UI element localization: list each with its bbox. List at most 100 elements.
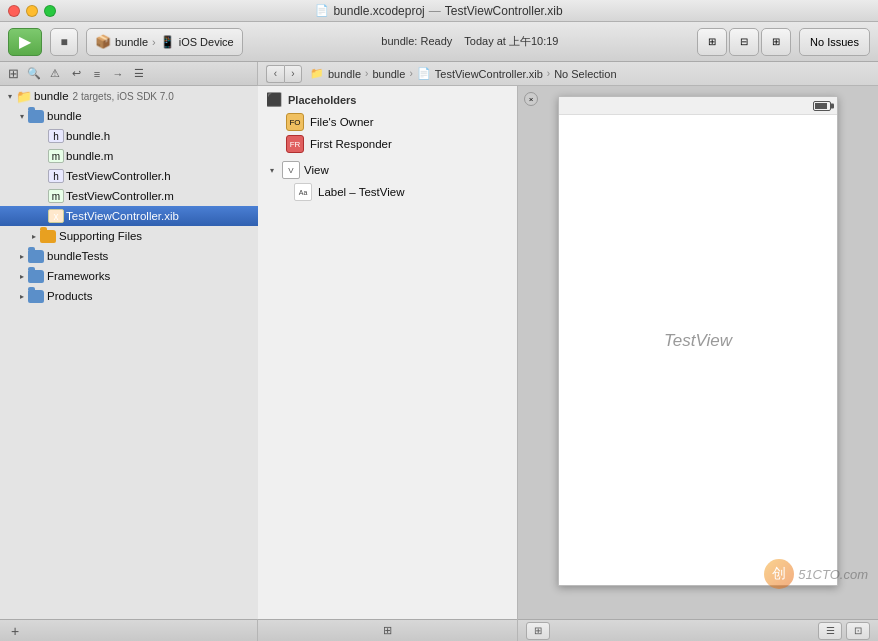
title-viewfile: TestViewController.xib — [445, 4, 563, 18]
sidebar-item-bundletests[interactable]: bundleTests — [0, 246, 258, 266]
nav-forward-button[interactable]: › — [284, 65, 302, 83]
breadcrumb-bundle[interactable]: bundle — [328, 68, 361, 80]
canvas-inspector-btn[interactable]: ☰ — [818, 622, 842, 640]
file-navigator: 📁 bundle 2 targets, iOS SDK 7.0 bundle h — [0, 86, 258, 619]
sidebar-item-tvc-m[interactable]: m TestViewController.m — [0, 186, 258, 206]
title-bar: 📄 bundle.xcodeproj — TestViewController.… — [0, 0, 878, 22]
sidebar-tvc-m-label: TestViewController.m — [66, 190, 174, 202]
project-icon: 📄 — [315, 4, 329, 17]
sidebar-nav-btn-7[interactable]: ☰ — [130, 65, 148, 83]
issues-text: No Issues — [810, 36, 859, 48]
sidebar-item-tvc-xib[interactable]: x TestViewController.xib — [0, 206, 258, 226]
sidebar-item-tvc-h[interactable]: h TestViewController.h — [0, 166, 258, 186]
scheme-sep: › — [152, 36, 156, 48]
filesowner-item[interactable]: FO File's Owner — [258, 111, 517, 133]
sidebar-nav-btn-5[interactable]: ≡ — [88, 65, 106, 83]
run-icon: ▶ — [19, 32, 31, 51]
debug-toggle[interactable]: ⊟ — [729, 28, 759, 56]
close-button[interactable] — [8, 5, 20, 17]
sidebar-item-frameworks[interactable]: Frameworks — [0, 266, 258, 286]
navigator-toggle[interactable]: ⊞ — [697, 28, 727, 56]
sidebar-nav-btn-4[interactable]: ↩ — [67, 65, 85, 83]
ios-status-bar — [559, 97, 837, 115]
filesowner-icon: FO — [286, 113, 304, 131]
device-icon: 📱 — [160, 35, 175, 49]
triangle-supporting[interactable] — [28, 230, 40, 242]
sidebar-add-button[interactable]: + — [6, 622, 24, 640]
stop-button[interactable]: ■ — [50, 28, 78, 56]
watermark-text: 51CTO.com — [798, 567, 868, 582]
canvas-bottom-bar: ⊞ ☰ ⊡ — [518, 619, 878, 641]
sidebar-nav-btn-2[interactable]: 🔍 — [25, 65, 43, 83]
sidebar-item-bundle-h[interactable]: h bundle.h — [0, 126, 258, 146]
firstresponder-item[interactable]: FR First Responder — [258, 133, 517, 155]
status-text: bundle: Ready Today at 上午10:19 — [381, 35, 558, 47]
sidebar-bundletests-label: bundleTests — [47, 250, 108, 262]
h-file-icon-2: h — [48, 169, 64, 183]
sidebar-item-supporting-files[interactable]: Supporting Files — [0, 226, 258, 246]
sidebar-item-bundle-folder[interactable]: bundle — [0, 106, 258, 126]
watermark: 创 51CTO.com — [764, 559, 868, 589]
sidebar-bundle-folder-label: bundle — [47, 110, 82, 122]
breadcrumb-selection: No Selection — [554, 68, 616, 80]
sidebar-bottom-bar: + — [0, 619, 258, 641]
triangle-root[interactable] — [4, 90, 16, 102]
triangle-products[interactable] — [16, 290, 28, 302]
label-icon: Aa — [294, 183, 312, 201]
canvas-view-toggle[interactable]: ⊞ — [526, 622, 550, 640]
window-title: 📄 bundle.xcodeproj — TestViewController.… — [315, 4, 562, 18]
title-sep: — — [429, 4, 441, 18]
view-label: View — [304, 164, 329, 176]
scheme-icon: 📦 — [95, 34, 111, 49]
view-header[interactable]: V View — [258, 159, 517, 181]
triangle-bundletests[interactable] — [16, 250, 28, 262]
sidebar-products-label: Products — [47, 290, 92, 302]
canvas-area[interactable]: × TestView — [518, 86, 878, 619]
canvas-bottom-right: ☰ ⊡ — [818, 622, 870, 640]
canvas-scale-btn[interactable]: ⊡ — [846, 622, 870, 640]
scheme-selector[interactable]: 📦 bundle › 📱 iOS Device — [86, 28, 243, 56]
placeholders-icon: ⬛ — [266, 92, 282, 107]
sidebar-bundle-m-label: bundle.m — [66, 150, 113, 162]
view-icon: V — [282, 161, 300, 179]
sidebar-supporting-label: Supporting Files — [59, 230, 142, 242]
breadcrumb-xib[interactable]: TestViewController.xib — [435, 68, 543, 80]
nav-back-button[interactable]: ‹ — [266, 65, 284, 83]
inspector-toggle[interactable]: ⊞ — [761, 28, 791, 56]
scheme-project: bundle — [115, 36, 148, 48]
minimize-button[interactable] — [26, 5, 38, 17]
canvas-column: × TestView — [518, 86, 878, 641]
toolbar-right-buttons: ⊞ ⊟ ⊞ — [697, 28, 791, 56]
sidebar-root-sublabel: 2 targets, iOS SDK 7.0 — [73, 91, 174, 102]
object-panel-bottom-bar: ⊞ — [258, 619, 517, 641]
sidebar-item-products[interactable]: Products — [0, 286, 258, 306]
sidebar-frameworks-label: Frameworks — [47, 270, 110, 282]
canvas-close-button[interactable]: × — [524, 92, 538, 106]
placeholders-section-header: ⬛ Placeholders — [258, 86, 517, 111]
sidebar-nav-btn-3[interactable]: ⚠ — [46, 65, 64, 83]
toolbar-status: bundle: Ready Today at 上午10:19 — [251, 34, 689, 49]
nav-arrows: ‹ › — [266, 65, 302, 83]
sidebar-item-root[interactable]: 📁 bundle 2 targets, iOS SDK 7.0 — [0, 86, 258, 106]
xib-file-icon: x — [48, 209, 64, 223]
label-testview-item[interactable]: Aa Label – TestView — [258, 181, 517, 203]
sidebar-nav-btn-1[interactable]: ⊞ — [4, 65, 22, 83]
ios-screen: TestView — [558, 96, 838, 586]
obj-bottom-btn-1[interactable]: ⊞ — [376, 622, 400, 640]
sidebar-nav-btn-6[interactable]: → — [109, 65, 127, 83]
toolbar: ▶ ■ 📦 bundle › 📱 iOS Device bundle: Read… — [0, 22, 878, 62]
issues-button[interactable]: No Issues — [799, 28, 870, 56]
object-panel: ⬛ Placeholders FO File's Owner FR First … — [258, 86, 517, 619]
stop-icon: ■ — [60, 35, 67, 49]
triangle-view[interactable] — [266, 164, 278, 176]
triangle-bundle[interactable] — [16, 110, 28, 122]
h-file-icon-1: h — [48, 129, 64, 143]
run-button[interactable]: ▶ — [8, 28, 42, 56]
sidebar-item-bundle-m[interactable]: m bundle.m — [0, 146, 258, 166]
sidebar-toolbar: ⊞ 🔍 ⚠ ↩ ≡ → ☰ — [0, 62, 258, 86]
firstresponder-icon: FR — [286, 135, 304, 153]
breadcrumb-bundle2[interactable]: bundle — [372, 68, 405, 80]
maximize-button[interactable] — [44, 5, 56, 17]
triangle-frameworks[interactable] — [16, 270, 28, 282]
project-file-icon: 📁 — [16, 89, 32, 103]
